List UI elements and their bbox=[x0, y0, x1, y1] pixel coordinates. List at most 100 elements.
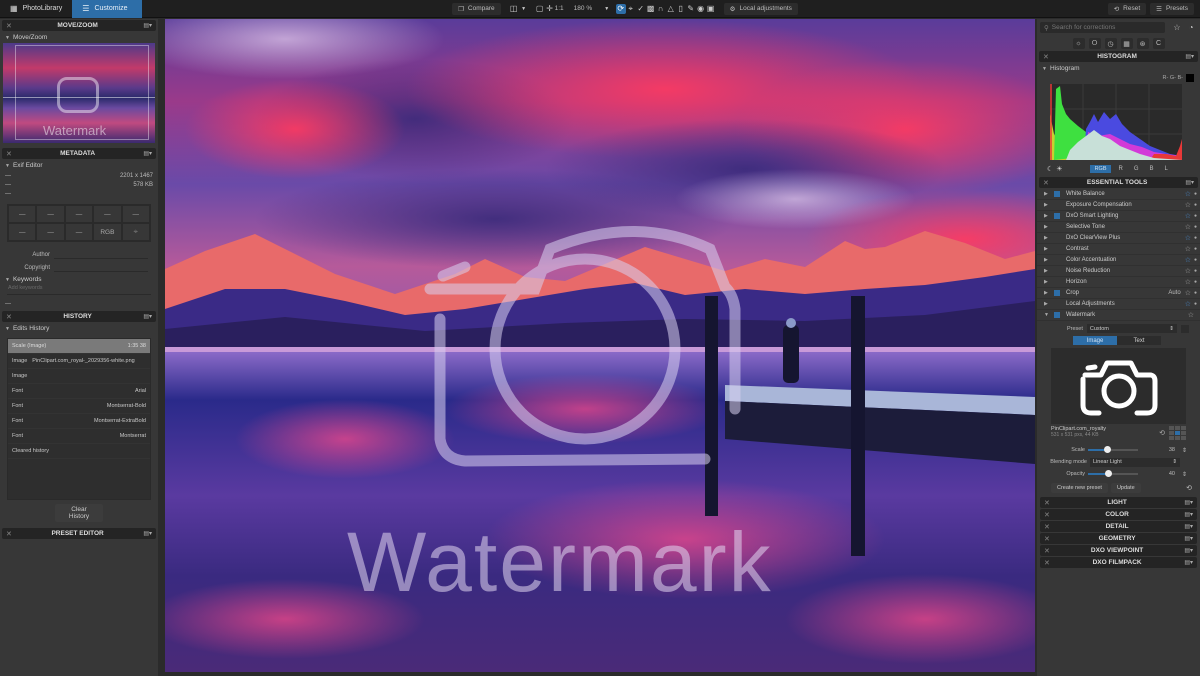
palette-header[interactable]: ✕ DXO VIEWPOINT ▤▾ bbox=[1040, 545, 1197, 556]
star-icon[interactable]: ☆ bbox=[1185, 212, 1191, 220]
tool-info-icon[interactable]: ● bbox=[1194, 213, 1197, 219]
panel-menu-icon[interactable]: ▤▾ bbox=[143, 530, 152, 537]
anchor-cell[interactable] bbox=[1169, 431, 1174, 435]
opacity-slider[interactable] bbox=[1088, 470, 1138, 477]
keywords-subheader[interactable]: ▼ Keywords bbox=[0, 274, 158, 285]
panel-menu-icon[interactable]: ▤▾ bbox=[1184, 547, 1193, 554]
star-icon[interactable]: ☆ bbox=[1185, 300, 1191, 308]
watermark-image-preview[interactable] bbox=[1051, 348, 1186, 424]
tab-photolibrary[interactable]: ▦ PhotoLibrary bbox=[0, 0, 72, 18]
tool-row[interactable]: ▶ Exposure Compensation ☆ ● bbox=[1037, 200, 1200, 211]
anchor-position-grid[interactable] bbox=[1169, 426, 1186, 440]
rotate-watermark-icon[interactable]: ⟲ bbox=[1159, 429, 1165, 437]
tool-enable-checkbox[interactable] bbox=[1054, 202, 1060, 208]
panel-menu-icon[interactable]: ▤▾ bbox=[1184, 559, 1193, 566]
split-view-icon[interactable]: ◫ bbox=[509, 4, 519, 14]
move-zoom-subheader[interactable]: ▼ Move/Zoom bbox=[0, 32, 158, 43]
tool-row[interactable]: ▶ Selective Tone ☆ ● bbox=[1037, 222, 1200, 233]
fit-screen-icon[interactable]: ▢ bbox=[535, 4, 545, 14]
panel-menu-icon[interactable]: ▤▾ bbox=[1184, 511, 1193, 518]
panel-menu-icon[interactable]: ▤▾ bbox=[143, 22, 152, 29]
history-item[interactable]: Font Arial bbox=[8, 384, 150, 399]
tab-image[interactable]: Image bbox=[1073, 336, 1117, 345]
tool-info-icon[interactable]: ● bbox=[1194, 235, 1197, 241]
star-icon[interactable]: ☆ bbox=[1185, 267, 1191, 275]
anchor-cell[interactable] bbox=[1175, 426, 1180, 430]
slider-handle[interactable] bbox=[1104, 446, 1111, 453]
clear-history-button[interactable]: Clear History bbox=[55, 504, 103, 522]
tool-info-icon[interactable]: ● bbox=[1194, 202, 1197, 208]
reset-tool-icon[interactable]: ⟲ bbox=[1186, 484, 1192, 492]
preset-select[interactable]: Custom ⇕ bbox=[1086, 324, 1177, 333]
channel-g-button[interactable]: G bbox=[1130, 166, 1143, 172]
tool-info-icon[interactable]: ● bbox=[1194, 301, 1197, 307]
panel-menu-icon[interactable]: ▤▾ bbox=[143, 150, 152, 157]
tool-row-watermark[interactable]: ▼ Watermark ☆ bbox=[1037, 310, 1200, 321]
location-pin-icon[interactable]: ⌖ bbox=[121, 223, 150, 241]
zoom-level[interactable]: 180 % bbox=[574, 5, 602, 12]
tool-row[interactable]: ▶ DxO Smart Lighting ☆ ● bbox=[1037, 211, 1200, 222]
anchor-cell[interactable] bbox=[1181, 436, 1186, 440]
tool-row[interactable]: ▶ Noise Reduction ☆ ● bbox=[1037, 266, 1200, 277]
stepper-icon[interactable]: ⇕ bbox=[1182, 447, 1187, 454]
tool-enable-checkbox[interactable] bbox=[1054, 235, 1060, 241]
blending-mode-select[interactable]: Linear Light ⇕ bbox=[1090, 457, 1180, 467]
palette-header[interactable]: ✕ LIGHT ▤▾ bbox=[1040, 497, 1197, 508]
tool-row[interactable]: ▶ Contrast ☆ ● bbox=[1037, 244, 1200, 255]
tool-enable-checkbox[interactable] bbox=[1054, 279, 1060, 285]
panel-menu-icon[interactable]: ▤▾ bbox=[1185, 179, 1194, 186]
anchor-cell[interactable] bbox=[1181, 431, 1186, 435]
move-zoom-header[interactable]: ✕ MOVE/ZOOM ▤▾ bbox=[2, 20, 156, 31]
anchor-cell[interactable] bbox=[1181, 426, 1186, 430]
eye-icon[interactable]: ◉ bbox=[696, 4, 706, 14]
tab-text[interactable]: Text bbox=[1117, 336, 1161, 345]
scale-slider[interactable] bbox=[1088, 446, 1138, 453]
highlight-clip-icon[interactable]: ☀ bbox=[1056, 165, 1062, 173]
palette-header[interactable]: ✕ GEOMETRY ▤▾ bbox=[1040, 533, 1197, 544]
star-icon[interactable]: ☆ bbox=[1185, 190, 1191, 198]
tool-enable-checkbox[interactable] bbox=[1054, 224, 1060, 230]
history-item[interactable]: Scale (Image) 1:35 38 bbox=[8, 339, 150, 354]
reset-button[interactable]: ⟲ Reset bbox=[1107, 2, 1147, 15]
shape-icon[interactable]: ▯ bbox=[676, 4, 686, 14]
tool-row[interactable]: ▶ Horizon ☆ ● bbox=[1037, 277, 1200, 288]
eyedropper-icon[interactable]: ✓ bbox=[636, 4, 646, 14]
star-icon[interactable]: ☆ bbox=[1185, 201, 1191, 209]
local-adjustments-button[interactable]: ⚙ Local adjustments bbox=[723, 2, 798, 15]
history-item[interactable]: Font Montserrat-Bold bbox=[8, 399, 150, 414]
history-header[interactable]: ✕ HISTORY ▤▾ bbox=[2, 311, 156, 322]
palette-header[interactable]: ✕ DETAIL ▤▾ bbox=[1040, 521, 1197, 532]
create-preset-button[interactable]: Create new preset bbox=[1051, 483, 1108, 493]
tool-enable-checkbox[interactable] bbox=[1054, 213, 1060, 219]
panel-menu-icon[interactable]: ▤▾ bbox=[1184, 535, 1193, 542]
color-palette-icon[interactable]: ⭘ bbox=[1088, 38, 1101, 49]
panel-menu-icon[interactable]: ▤▾ bbox=[1184, 499, 1193, 506]
tab-customize[interactable]: ☰ Customize bbox=[72, 0, 143, 18]
compare-button[interactable]: ❐ Compare bbox=[452, 2, 501, 15]
one-to-one-button[interactable]: 1:1 bbox=[555, 5, 564, 12]
history-item[interactable]: Cleared history bbox=[8, 444, 150, 459]
exif-editor-subheader[interactable]: ▼ Exif Editor bbox=[0, 160, 158, 171]
essential-tools-header[interactable]: ✕ ESSENTIAL TOOLS ▤▾ bbox=[1039, 177, 1198, 188]
custom-palette-icon[interactable]: C bbox=[1152, 38, 1165, 49]
move-icon[interactable]: ✛ bbox=[545, 4, 555, 14]
tool-enable-checkbox[interactable] bbox=[1054, 257, 1060, 263]
mask-icon[interactable]: ▣ bbox=[706, 4, 716, 14]
metadata-header[interactable]: ✕ METADATA ▤▾ bbox=[2, 148, 156, 159]
history-item[interactable]: Image PinClipart.com_royal-_2029356-white… bbox=[8, 354, 150, 369]
tool-info-icon[interactable]: ● bbox=[1194, 246, 1197, 252]
anchor-cell[interactable] bbox=[1169, 436, 1174, 440]
effects-palette-icon[interactable]: ⊛ bbox=[1136, 38, 1149, 49]
tool-info-icon[interactable]: ● bbox=[1194, 257, 1197, 263]
panel-menu-icon[interactable]: ▤▾ bbox=[143, 313, 152, 320]
star-icon[interactable]: ☆ bbox=[1185, 278, 1191, 286]
star-icon[interactable]: ☆ bbox=[1172, 23, 1182, 33]
tool-enable-checkbox[interactable] bbox=[1054, 268, 1060, 274]
channel-b-button[interactable]: B bbox=[1146, 166, 1158, 172]
image-viewer[interactable]: Watermark bbox=[165, 19, 1035, 672]
tool-enable-checkbox[interactable] bbox=[1054, 312, 1060, 318]
anchor-cell-selected[interactable] bbox=[1175, 431, 1180, 435]
repair-icon[interactable]: ✎ bbox=[686, 4, 696, 14]
presets-button[interactable]: ☰ Presets bbox=[1150, 2, 1194, 15]
tool-info-icon[interactable]: ● bbox=[1194, 224, 1197, 230]
